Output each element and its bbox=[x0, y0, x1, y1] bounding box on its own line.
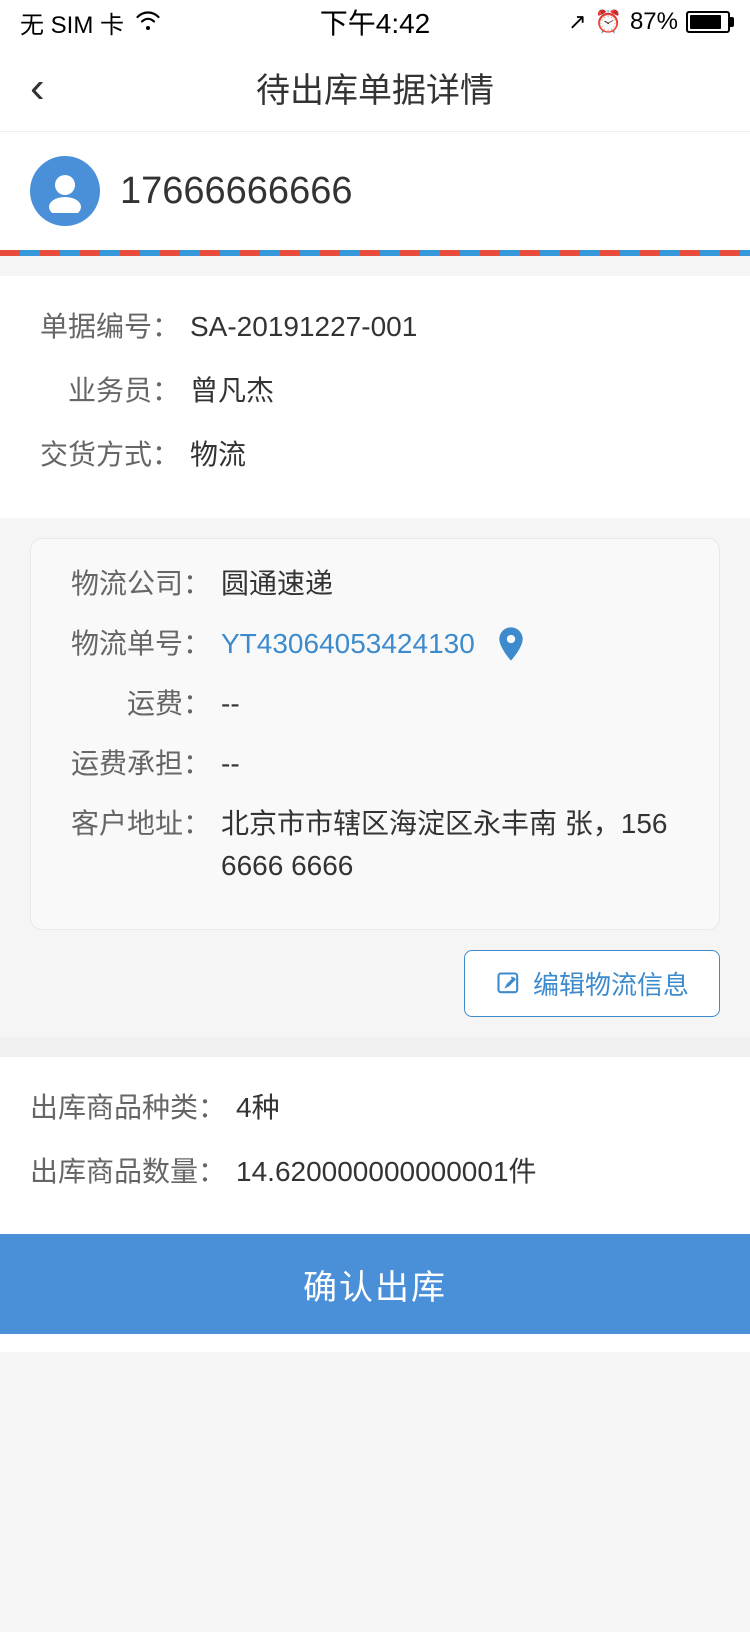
address-label: 客户地址： bbox=[61, 803, 221, 845]
edit-logistics-label: 编辑物流信息 bbox=[533, 965, 689, 1002]
page-title: 待出库单据详情 bbox=[256, 63, 494, 112]
delivery-value: 物流 bbox=[190, 434, 720, 476]
doc-info-section: 单据编号： SA-20191227-001 业务员： 曾凡杰 交货方式： 物流 bbox=[0, 276, 750, 518]
freight-bearer-value: -- bbox=[221, 743, 689, 785]
battery-icon bbox=[686, 11, 730, 33]
address-row: 客户地址： 北京市市辖区海淀区永丰南 张，156 6666 6666 bbox=[61, 803, 689, 887]
back-button[interactable]: ‹ bbox=[30, 63, 90, 113]
product-section: 出库商品种类： 4种 出库商品数量： 14.620000000000001件 bbox=[0, 1057, 750, 1235]
customer-header: 17666666666 bbox=[0, 132, 750, 250]
freight-bearer-row: 运费承担： -- bbox=[61, 743, 689, 785]
confirm-button-label: 确认出库 bbox=[303, 1260, 447, 1309]
product-type-row: 出库商品种类： 4种 bbox=[30, 1087, 720, 1129]
alarm-icon: ⏰ bbox=[595, 9, 622, 35]
salesman-value: 曾凡杰 bbox=[190, 370, 720, 412]
logistics-company-label: 物流公司： bbox=[61, 563, 221, 605]
bottom-spacer bbox=[0, 1352, 750, 1532]
tracking-label: 物流单号： bbox=[61, 623, 221, 665]
salesman-row: 业务员： 曾凡杰 bbox=[30, 370, 720, 412]
confirm-button[interactable]: 确认出库 bbox=[0, 1234, 750, 1334]
status-bar: 无 SIM 卡 下午4:42 ↗ ⏰ 87% bbox=[0, 0, 750, 44]
product-quantity-value: 14.620000000000001件 bbox=[236, 1151, 720, 1193]
dashed-divider bbox=[0, 250, 750, 256]
product-type-label: 出库商品种类： bbox=[30, 1087, 236, 1129]
status-bar-right: ↗ ⏰ 87% bbox=[568, 8, 730, 36]
logistics-card: 物流公司： 圆通速递 物流单号： YT43064053424130 运费： --… bbox=[30, 538, 720, 930]
tracking-location-icon[interactable] bbox=[491, 624, 531, 664]
address-value: 北京市市辖区海淀区永丰南 张，156 6666 6666 bbox=[221, 803, 689, 887]
logistics-company-row: 物流公司： 圆通速递 bbox=[61, 563, 689, 605]
logistics-company-value: 圆通速递 bbox=[221, 563, 689, 605]
freight-value: -- bbox=[221, 683, 689, 725]
salesman-label: 业务员： bbox=[30, 370, 190, 412]
product-quantity-label: 出库商品数量： bbox=[30, 1151, 236, 1193]
nav-bar: ‹ 待出库单据详情 bbox=[0, 44, 750, 132]
battery-percent: 87% bbox=[630, 8, 678, 36]
doc-no-row: 单据编号： SA-20191227-001 bbox=[30, 306, 720, 348]
doc-no-label: 单据编号： bbox=[30, 306, 190, 348]
product-quantity-row: 出库商品数量： 14.620000000000001件 bbox=[30, 1151, 720, 1193]
delivery-row: 交货方式： 物流 bbox=[30, 434, 720, 476]
freight-label: 运费： bbox=[61, 683, 221, 725]
edit-logistics-btn-wrapper: 编辑物流信息 bbox=[0, 950, 750, 1037]
carrier-text: 无 SIM 卡 bbox=[20, 5, 124, 40]
edit-logistics-button[interactable]: 编辑物流信息 bbox=[464, 950, 720, 1017]
status-bar-left: 无 SIM 卡 bbox=[20, 5, 162, 40]
tracking-value-wrapper: YT43064053424130 bbox=[221, 623, 689, 665]
doc-no-value: SA-20191227-001 bbox=[190, 306, 720, 348]
freight-bearer-label: 运费承担： bbox=[61, 743, 221, 785]
product-type-value: 4种 bbox=[236, 1087, 720, 1129]
status-bar-time: 下午4:42 bbox=[320, 2, 431, 42]
tracking-row: 物流单号： YT43064053424130 bbox=[61, 623, 689, 665]
avatar-icon bbox=[43, 169, 87, 213]
tracking-value: YT43064053424130 bbox=[221, 623, 475, 665]
delivery-label: 交货方式： bbox=[30, 434, 190, 476]
section-divider bbox=[0, 1037, 750, 1057]
location-status-icon: ↗ bbox=[568, 9, 586, 35]
customer-phone: 17666666666 bbox=[120, 170, 352, 213]
avatar bbox=[30, 156, 100, 226]
freight-row: 运费： -- bbox=[61, 683, 689, 725]
edit-icon bbox=[495, 970, 523, 998]
wifi-icon bbox=[134, 8, 162, 37]
